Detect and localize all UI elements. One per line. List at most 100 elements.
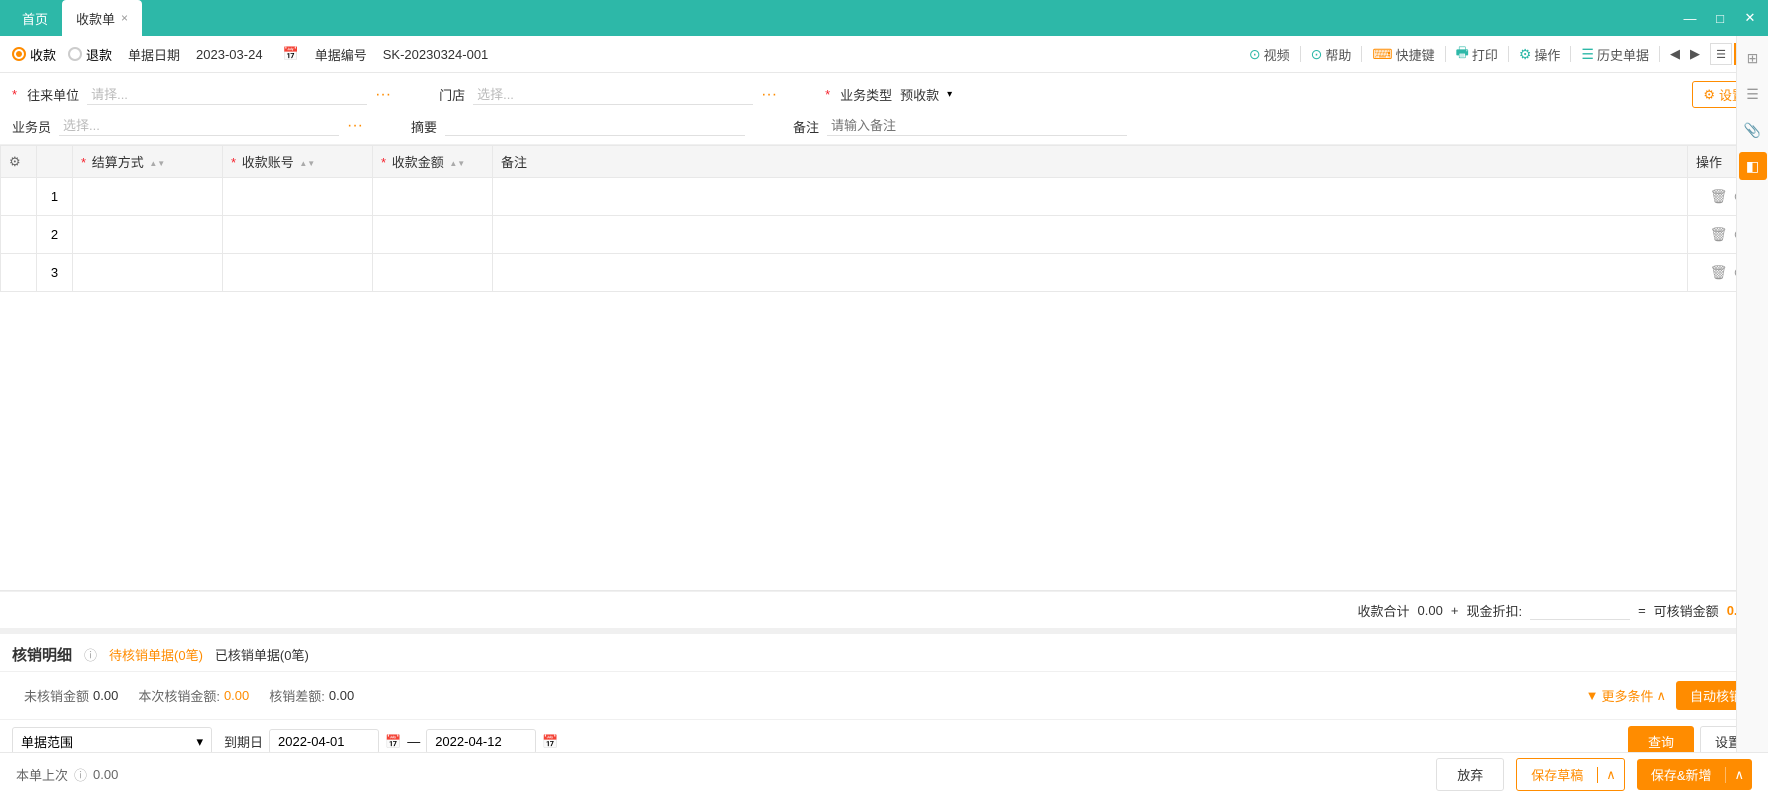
- tab-home-label: 首页: [22, 9, 48, 28]
- sidebar-table-icon[interactable]: ⊞: [1739, 44, 1767, 72]
- remark-input[interactable]: [827, 116, 1127, 136]
- divider6: [1659, 46, 1660, 62]
- sidebar-list-icon[interactable]: ☰: [1739, 80, 1767, 108]
- row1-settle-input[interactable]: [73, 178, 222, 215]
- save-draft-arrow[interactable]: ∧: [1597, 767, 1624, 783]
- date-from-input[interactable]: [269, 729, 379, 754]
- next-icon: ▶: [1690, 46, 1700, 62]
- col-account-header: * 收款账号 ▲▼: [223, 146, 373, 178]
- close-button[interactable]: ✕: [1740, 8, 1760, 28]
- partner-input[interactable]: [87, 85, 367, 105]
- shortcut-action[interactable]: ⌨ 快捷键: [1372, 45, 1434, 64]
- main-content: 收款 退款 单据日期 2023-03-24 📅 单据编号 SK-20230324…: [0, 36, 1768, 796]
- row1-remark-input[interactable]: [493, 178, 1687, 215]
- row2-remark-input[interactable]: [493, 216, 1687, 253]
- toolbar-row: 收款 退款 单据日期 2023-03-24 📅 单据编号 SK-20230324…: [0, 36, 1768, 73]
- calendar-from-icon[interactable]: 📅: [385, 734, 401, 750]
- staff-input[interactable]: [59, 116, 339, 136]
- refund-radio-dot: [68, 47, 82, 61]
- table-row: 2 🗑 ⊕: [1, 216, 1768, 254]
- receipt-radio[interactable]: 收款: [12, 45, 56, 64]
- date-icon[interactable]: 📅: [283, 46, 299, 62]
- help-action[interactable]: ⊙ 帮助: [1311, 45, 1352, 64]
- row3-remark-input[interactable]: [493, 254, 1687, 291]
- staff-more-btn[interactable]: ···: [347, 118, 363, 134]
- row1-delete-icon[interactable]: 🗑: [1710, 188, 1728, 205]
- calendar-to-icon[interactable]: 📅: [542, 734, 558, 750]
- save-new-button[interactable]: 保存&新增 ∧: [1637, 759, 1752, 790]
- row2-settle-input[interactable]: [73, 216, 222, 253]
- col-amount-label: 收款金额: [392, 155, 444, 170]
- amount-sort[interactable]: ▲▼: [449, 160, 465, 168]
- pending-tab[interactable]: 待核销单据(0笔): [109, 645, 203, 664]
- unchecked-label: 未核销金额: [24, 686, 89, 705]
- table-row: 1 🗑 ⊕: [1, 178, 1768, 216]
- tab-receipt[interactable]: 收款单 ×: [62, 0, 142, 36]
- verify-info-icon[interactable]: ⓘ: [84, 645, 97, 664]
- discard-button[interactable]: 放弃: [1436, 758, 1504, 791]
- operations-action[interactable]: ⚙ 操作: [1519, 45, 1561, 64]
- print-icon: 🖶: [1456, 42, 1469, 66]
- tab-bar: 首页 收款单 × — □ ✕: [0, 0, 1768, 36]
- business-chevron[interactable]: ▾: [947, 89, 952, 100]
- layout-list[interactable]: ☰: [1710, 43, 1732, 65]
- shop-input[interactable]: [473, 85, 753, 105]
- account-sort[interactable]: ▲▼: [299, 160, 315, 168]
- partner-req: *: [12, 87, 17, 102]
- table-header-row: ⚙ * 结算方式 ▲▼ * 收款账号 ▲▼ * 收款金: [1, 146, 1768, 178]
- history-action[interactable]: ☰ 历史单据: [1581, 45, 1649, 64]
- available-label: 可核销金额: [1654, 601, 1719, 620]
- summary-input[interactable]: [445, 116, 745, 136]
- save-new-arrow[interactable]: ∧: [1725, 767, 1752, 783]
- settings-gear-icon: ⚙: [1703, 87, 1715, 103]
- prev-action[interactable]: ◀: [1670, 46, 1680, 62]
- sidebar-panel-icon[interactable]: ◧: [1739, 152, 1767, 180]
- minimize-button[interactable]: —: [1680, 8, 1700, 28]
- divider3: [1445, 46, 1446, 62]
- row1-remark: [493, 178, 1688, 216]
- col-remark-label: 备注: [501, 155, 527, 170]
- row1-amount: [373, 178, 493, 216]
- shop-more-btn[interactable]: ···: [761, 87, 777, 103]
- row1-account-input[interactable]: [223, 178, 372, 215]
- row3-settle-input[interactable]: [73, 254, 222, 291]
- tab-receipt-close[interactable]: ×: [121, 11, 128, 25]
- settle-sort[interactable]: ▲▼: [149, 160, 165, 168]
- summary-label: 摘要: [411, 117, 437, 136]
- diff-value: 0.00: [329, 688, 354, 703]
- row1-num: 1: [37, 178, 73, 216]
- more-conditions-btn[interactable]: ▼ 更多条件 ∧: [1586, 686, 1666, 705]
- more-conditions-label: 更多条件: [1601, 686, 1653, 705]
- tab-home[interactable]: 首页: [8, 0, 62, 36]
- row2-account-input[interactable]: [223, 216, 372, 253]
- row2-amount-input[interactable]: [373, 216, 492, 253]
- next-action[interactable]: ▶: [1690, 46, 1700, 62]
- help-icon: ⊙: [1311, 46, 1323, 63]
- save-draft-button[interactable]: 保存草稿 ∧: [1516, 758, 1625, 791]
- maximize-button[interactable]: □: [1710, 8, 1730, 28]
- date-to-input[interactable]: [426, 729, 536, 754]
- refund-radio[interactable]: 退款: [68, 45, 112, 64]
- done-tab[interactable]: 已核销单据(0笔): [215, 645, 309, 664]
- row3-account-input[interactable]: [223, 254, 372, 291]
- partner-more-btn[interactable]: ···: [375, 87, 391, 103]
- bottom-info-icon[interactable]: ⓘ: [74, 765, 87, 784]
- print-action[interactable]: 🖶 打印: [1456, 42, 1498, 66]
- diff-label: 核销差额:: [269, 686, 325, 705]
- row3-amount-input[interactable]: [373, 254, 492, 291]
- discount-input[interactable]: [1530, 600, 1630, 620]
- sidebar-attach-icon[interactable]: 📎: [1739, 116, 1767, 144]
- row3-account: [223, 254, 373, 292]
- col-action-label: 操作: [1696, 155, 1722, 170]
- business-label: 业务类型: [840, 85, 892, 104]
- operations-label: 操作: [1534, 45, 1560, 64]
- row2-settings: [1, 216, 37, 254]
- row3-num: 3: [37, 254, 73, 292]
- table-settings-icon[interactable]: ⚙: [9, 154, 21, 169]
- partner-label: 往来单位: [27, 85, 79, 104]
- row1-amount-input[interactable]: [373, 178, 492, 215]
- row3-delete-icon[interactable]: 🗑: [1710, 264, 1728, 281]
- form-section: * 往来单位 ··· 门店 ··· * 业务类型 预收款 ▾ ⚙ 设置 业务员 …: [0, 73, 1768, 145]
- video-action[interactable]: ⊙ 视频: [1249, 45, 1290, 64]
- row2-delete-icon[interactable]: 🗑: [1710, 226, 1728, 243]
